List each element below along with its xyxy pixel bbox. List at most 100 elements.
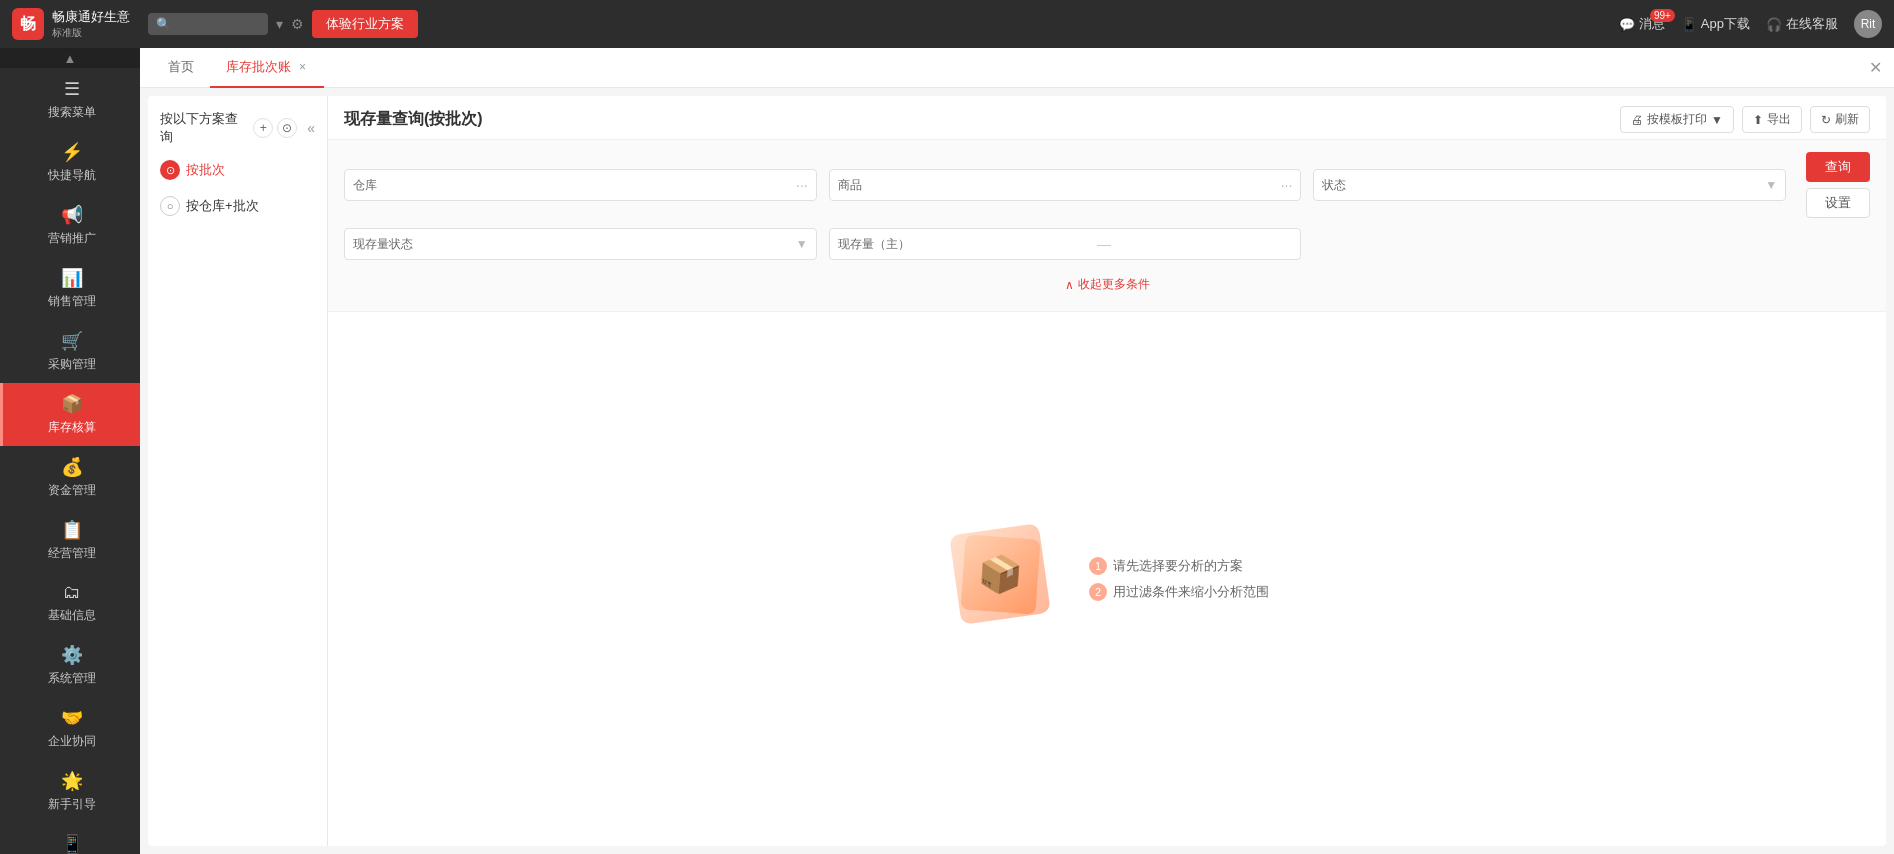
topbar-actions: 💬 消息 99+ 📱 App下载 🎧 在线客服 Rit <box>1619 10 1882 38</box>
empty-tip-1: 1 请先选择要分析的方案 <box>1089 557 1269 575</box>
left-panel: 按以下方案查询 + ⊙ « ⊙ 按批次 ○ 按仓库+批次 <box>148 96 328 846</box>
collapse-panel-button[interactable]: « <box>307 120 315 136</box>
sidebar-item-finance[interactable]: 💰 资金管理 <box>0 446 140 509</box>
sidebar: ▲ ☰ 搜索菜单 ⚡ 快捷导航 📢 营销推广 📊 销售管理 🛒 采购管理 📦 库… <box>0 48 140 854</box>
stock-qty-to-input[interactable] <box>1117 237 1292 251</box>
system-icon: ⚙️ <box>61 644 83 666</box>
product-label: 商品 <box>838 177 862 194</box>
stock-qty-from-input[interactable] <box>916 237 1091 251</box>
sidebar-item-collab[interactable]: 🤝 企业协同 <box>0 697 140 760</box>
stock-status-arrow-icon[interactable]: ▼ <box>796 237 808 251</box>
status-input[interactable] <box>1352 178 1759 192</box>
plan-warehouse-batch-icon: ○ <box>160 196 180 216</box>
add-plan-button[interactable]: + <box>253 118 273 138</box>
refresh-icon: ↻ <box>1821 113 1831 127</box>
collapse-filters-button[interactable]: ∧ 收起更多条件 <box>344 270 1870 299</box>
plan-item-warehouse-batch[interactable]: ○ 按仓库+批次 <box>148 188 327 224</box>
sidebar-item-appstore[interactable]: 📱 应用中心 <box>0 823 140 854</box>
status-arrow-icon[interactable]: ▼ <box>1765 178 1777 192</box>
export-button[interactable]: ⬆ 导出 <box>1742 106 1802 133</box>
message-badge: 99+ <box>1650 9 1675 22</box>
sidebar-item-marketing[interactable]: 📢 营销推广 <box>0 194 140 257</box>
settings-plan-button[interactable]: ⊙ <box>277 118 297 138</box>
sidebar-item-label: 搜索菜单 <box>48 104 96 121</box>
sidebar-item-label: 经营管理 <box>48 545 96 562</box>
app-logo: 畅 <box>12 8 44 40</box>
sidebar-item-system[interactable]: ⚙️ 系统管理 <box>0 634 140 697</box>
sidebar-item-quicknav[interactable]: ⚡ 快捷导航 <box>0 131 140 194</box>
filter-settings-button[interactable]: 设置 <box>1806 188 1870 218</box>
tip-1-number: 1 <box>1089 557 1107 575</box>
product-input[interactable] <box>868 178 1275 192</box>
collapse-icon: ∧ <box>1065 278 1074 292</box>
print-label: 按模板打印 <box>1647 111 1707 128</box>
tab-close-icon[interactable]: × <box>297 58 308 76</box>
stock-status-filter: 现存量状态 ▼ <box>344 228 817 260</box>
topbar-gear-icon[interactable]: ⚙ <box>291 16 304 32</box>
page-title-bar: 现存量查询(按批次) 🖨 按模板打印 ▼ ⬆ 导出 ↻ <box>328 96 1886 140</box>
quicknav-icon: ⚡ <box>61 141 83 163</box>
print-button[interactable]: 🖨 按模板打印 ▼ <box>1620 106 1734 133</box>
close-window-icon[interactable]: ✕ <box>1869 59 1882 76</box>
right-panel: 现存量查询(按批次) 🖨 按模板打印 ▼ ⬆ 导出 ↻ <box>328 96 1886 846</box>
app-download-action[interactable]: 📱 App下载 <box>1681 15 1750 33</box>
warehouse-more-icon[interactable]: ··· <box>796 177 808 193</box>
tab-inventory-batch[interactable]: 库存批次账 × <box>210 48 324 88</box>
warehouse-filter: 仓库 ··· <box>344 169 817 201</box>
stock-qty-label: 现存量（主） <box>838 236 910 253</box>
empty-state: 📦 1 请先选择要分析的方案 2 用过滤条件来缩小分析范围 <box>328 312 1886 846</box>
avatar-text: Rit <box>1861 17 1876 31</box>
stock-status-label: 现存量状态 <box>353 236 413 253</box>
sidebar-item-inventory[interactable]: 📦 库存核算 <box>0 383 140 446</box>
warehouse-input[interactable] <box>383 178 790 192</box>
print-icon: 🖨 <box>1631 113 1643 127</box>
tab-close-extra[interactable]: ✕ <box>1869 57 1882 78</box>
newbie-icon: 🌟 <box>61 770 83 792</box>
sidebar-item-operations[interactable]: 📋 经营管理 <box>0 509 140 572</box>
marketing-icon: 📢 <box>61 204 83 226</box>
sidebar-item-purchase[interactable]: 🛒 采购管理 <box>0 320 140 383</box>
messages-action[interactable]: 💬 消息 99+ <box>1619 15 1665 33</box>
plan-warehouse-batch-label: 按仓库+批次 <box>186 197 259 215</box>
tab-inventory-batch-label: 库存批次账 <box>226 58 291 76</box>
stock-qty-filter: 现存量（主） — <box>829 228 1302 260</box>
topbar-dropdown-icon[interactable]: ▾ <box>276 16 283 32</box>
sidebar-item-sales[interactable]: 📊 销售管理 <box>0 257 140 320</box>
product-more-icon[interactable]: ··· <box>1281 177 1293 193</box>
empty-box-face: 📦 <box>960 534 1040 614</box>
toolbar-actions: 🖨 按模板打印 ▼ ⬆ 导出 ↻ 刷新 <box>1620 106 1870 133</box>
sales-icon: 📊 <box>61 267 83 289</box>
tab-home[interactable]: 首页 <box>152 48 210 88</box>
refresh-button[interactable]: ↻ 刷新 <box>1810 106 1870 133</box>
headset-icon: 🎧 <box>1766 17 1782 32</box>
refresh-label: 刷新 <box>1835 111 1859 128</box>
user-avatar[interactable]: Rit <box>1854 10 1882 38</box>
purchase-icon: 🛒 <box>61 330 83 352</box>
plan-item-batch[interactable]: ⊙ 按批次 <box>148 152 327 188</box>
topbar-search[interactable]: 🔍 <box>148 13 268 35</box>
empty-box-container: 📦 <box>945 519 1065 639</box>
sidebar-item-label: 销售管理 <box>48 293 96 310</box>
main-layout: ▲ ☰ 搜索菜单 ⚡ 快捷导航 📢 营销推广 📊 销售管理 🛒 采购管理 📦 库… <box>0 48 1894 854</box>
sidebar-item-search[interactable]: ☰ 搜索菜单 <box>0 68 140 131</box>
sidebar-item-newbie[interactable]: 🌟 新手引导 <box>0 760 140 823</box>
empty-tips: 1 请先选择要分析的方案 2 用过滤条件来缩小分析范围 <box>1089 557 1269 601</box>
content-area: 首页 库存批次账 × ✕ 按以下方案查询 + ⊙ « <box>140 48 1894 854</box>
online-support-label: 在线客服 <box>1786 15 1838 33</box>
search-menu-icon: ☰ <box>64 78 80 100</box>
sidebar-item-label: 新手引导 <box>48 796 96 813</box>
stock-status-input[interactable] <box>419 237 790 251</box>
tab-home-label: 首页 <box>168 58 194 76</box>
plan-header-label: 按以下方案查询 <box>160 110 247 146</box>
online-support-action[interactable]: 🎧 在线客服 <box>1766 15 1838 33</box>
appstore-icon: 📱 <box>61 833 83 854</box>
sidebar-scroll-up[interactable]: ▲ <box>0 48 140 68</box>
app-download-label: App下载 <box>1701 15 1750 33</box>
sidebar-item-label: 营销推广 <box>48 230 96 247</box>
trial-button[interactable]: 体验行业方案 <box>312 10 418 38</box>
basics-icon: 🗂 <box>63 582 81 603</box>
tip-2-text: 用过滤条件来缩小分析范围 <box>1113 583 1269 601</box>
query-button[interactable]: 查询 <box>1806 152 1870 182</box>
operations-icon: 📋 <box>61 519 83 541</box>
sidebar-item-basics[interactable]: 🗂 基础信息 <box>0 572 140 634</box>
